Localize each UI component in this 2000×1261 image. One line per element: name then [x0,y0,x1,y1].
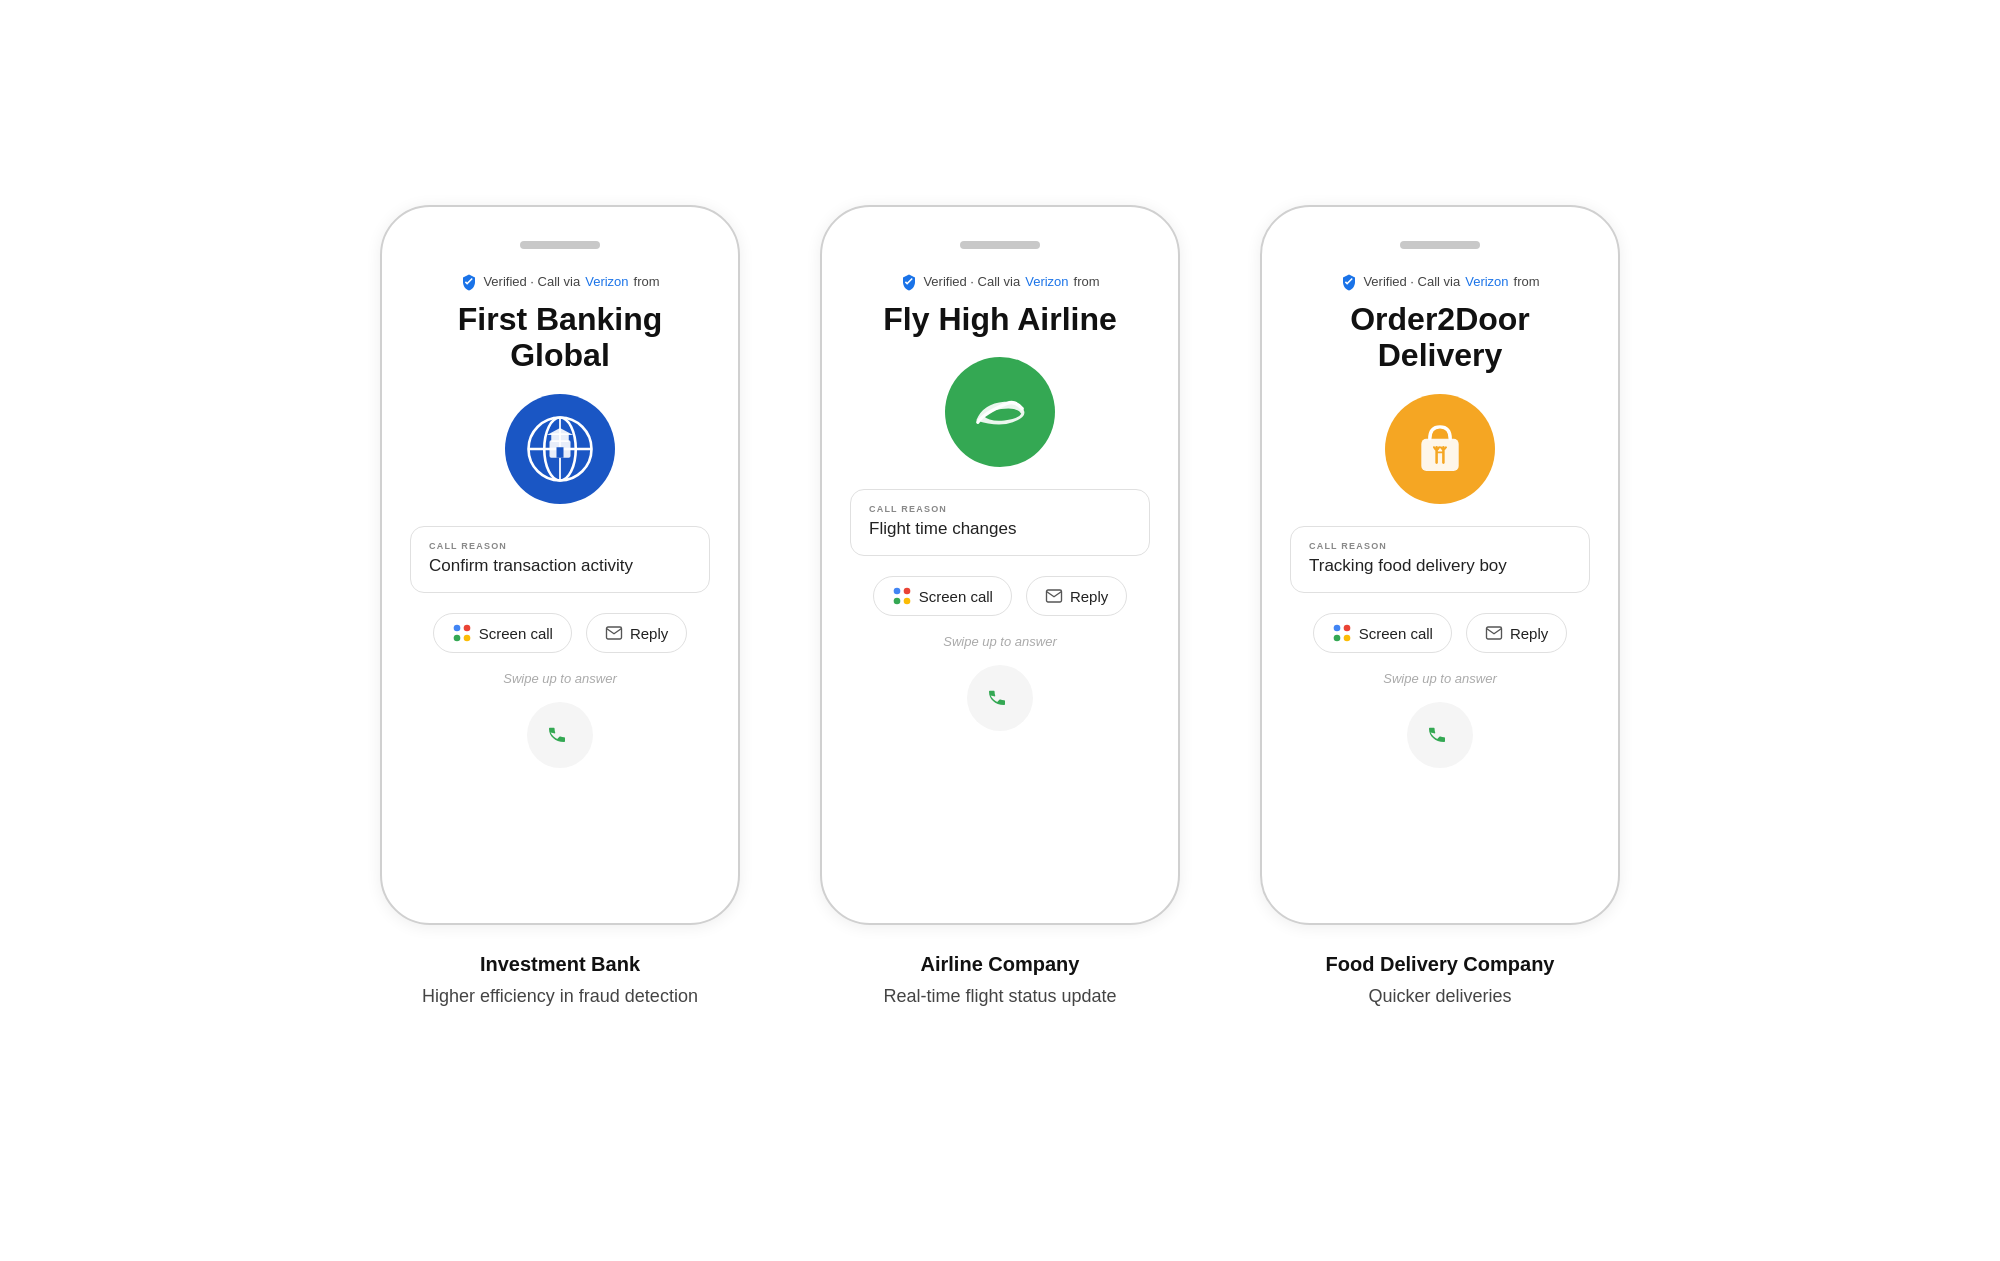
svg-point-10 [453,635,460,642]
phone-frame-delivery: Verified · Call via Verizon from Order2D… [1260,205,1620,925]
answer-button-delivery[interactable] [1407,702,1473,768]
call-reason-box-delivery: CALL REASON Tracking food delivery boy [1290,526,1590,593]
phone-container-delivery: Verified · Call via Verizon from Order2D… [1260,205,1620,1007]
caller-name-airline: Fly High Airline [883,301,1117,338]
screen-call-label-bank: Screen call [479,625,553,642]
swipe-hint-bank: Swipe up to answer [503,671,616,686]
verified-text-delivery: Verified · Call via [1363,274,1460,289]
caller-logo-delivery [1385,394,1495,504]
phones-row: Verified · Call via Verizon from First B… [380,205,1620,1007]
call-reason-box-bank: CALL REASON Confirm transaction activity [410,526,710,593]
caption-subtitle-delivery: Quicker deliveries [1368,986,1511,1007]
verified-shield-icon-bank [460,273,478,291]
screen-call-button-bank[interactable]: Screen call [433,613,572,653]
verified-row-bank: Verified · Call via Verizon from [460,273,659,291]
caption-subtitle-airline: Real-time flight status update [883,986,1116,1007]
answer-button-airline[interactable] [967,665,1033,731]
phone-container-bank: Verified · Call via Verizon from First B… [380,205,740,1007]
svg-point-23 [1343,625,1350,632]
verified-row-delivery: Verified · Call via Verizon from [1340,273,1539,291]
phone-notch-delivery [1400,241,1480,249]
screen-call-label-airline: Screen call [919,588,993,605]
reply-label-bank: Reply [630,625,668,642]
swipe-hint-delivery: Swipe up to answer [1383,671,1496,686]
svg-point-22 [1333,625,1340,632]
caption-title-airline: Airline Company [921,953,1080,976]
caption-subtitle-bank: Higher efficiency in fraud detection [422,986,698,1007]
caller-name-delivery: Order2Door Delivery [1290,301,1590,375]
svg-point-16 [903,598,910,605]
call-reason-label-airline: CALL REASON [869,504,1131,514]
svg-point-8 [453,625,460,632]
caption-section-airline: Airline Company Real-time flight status … [883,953,1116,1007]
screen-call-button-delivery[interactable]: Screen call [1313,613,1452,653]
reply-icon-bank [605,624,623,642]
caption-section-bank: Investment Bank Higher efficiency in fra… [422,953,698,1007]
action-buttons-bank: Screen call Reply [433,613,688,653]
reply-button-airline[interactable]: Reply [1026,576,1127,616]
caller-logo-bank [505,394,615,504]
phone-frame-airline: Verified · Call via Verizon from Fly Hig… [820,205,1180,925]
phone-frame-bank: Verified · Call via Verizon from First B… [380,205,740,925]
svg-point-15 [893,598,900,605]
verified-text-airline: Verified · Call via [923,274,1020,289]
google-assistant-icon-delivery [1332,623,1352,643]
verified-text-bank: Verified · Call via [483,274,580,289]
call-reason-box-airline: CALL REASON Flight time changes [850,489,1150,556]
action-buttons-airline: Screen call Reply [873,576,1128,616]
verified-shield-icon-airline [900,273,918,291]
call-reason-label-delivery: CALL REASON [1309,541,1571,551]
call-reason-text-bank: Confirm transaction activity [429,556,691,576]
caption-title-delivery: Food Delivery Company [1326,953,1555,976]
svg-point-14 [903,588,910,595]
screen-call-label-delivery: Screen call [1359,625,1433,642]
svg-point-9 [463,625,470,632]
answer-button-bank[interactable] [527,702,593,768]
phone-notch-bank [520,241,600,249]
svg-point-13 [893,588,900,595]
verizon-link-airline: Verizon [1025,274,1068,289]
svg-rect-18 [1421,439,1458,471]
reply-icon-airline [1045,587,1063,605]
reply-button-delivery[interactable]: Reply [1466,613,1567,653]
svg-point-11 [463,635,470,642]
caller-logo-airline [945,357,1055,467]
call-reason-text-delivery: Tracking food delivery boy [1309,556,1571,576]
reply-label-airline: Reply [1070,588,1108,605]
from-text-delivery: from [1514,274,1540,289]
call-reason-text-airline: Flight time changes [869,519,1131,539]
svg-rect-5 [557,447,564,458]
svg-point-25 [1343,635,1350,642]
from-text-bank: from [634,274,660,289]
swipe-hint-airline: Swipe up to answer [943,634,1056,649]
from-text-airline: from [1074,274,1100,289]
caller-name-bank: First Banking Global [410,301,710,375]
verified-shield-icon-delivery [1340,273,1358,291]
svg-point-24 [1333,635,1340,642]
google-assistant-icon-bank [452,623,472,643]
call-reason-label-bank: CALL REASON [429,541,691,551]
google-assistant-icon-airline [892,586,912,606]
phone-container-airline: Verified · Call via Verizon from Fly Hig… [820,205,1180,1007]
verizon-link-delivery: Verizon [1465,274,1508,289]
screen-call-button-airline[interactable]: Screen call [873,576,1012,616]
action-buttons-delivery: Screen call Reply [1313,613,1568,653]
verizon-link-bank: Verizon [585,274,628,289]
svg-marker-7 [547,428,573,435]
verified-row-airline: Verified · Call via Verizon from [900,273,1099,291]
reply-button-bank[interactable]: Reply [586,613,687,653]
reply-label-delivery: Reply [1510,625,1548,642]
reply-icon-delivery [1485,624,1503,642]
caption-section-delivery: Food Delivery Company Quicker deliveries [1326,953,1555,1007]
phone-notch-airline [960,241,1040,249]
caption-title-bank: Investment Bank [480,953,640,976]
